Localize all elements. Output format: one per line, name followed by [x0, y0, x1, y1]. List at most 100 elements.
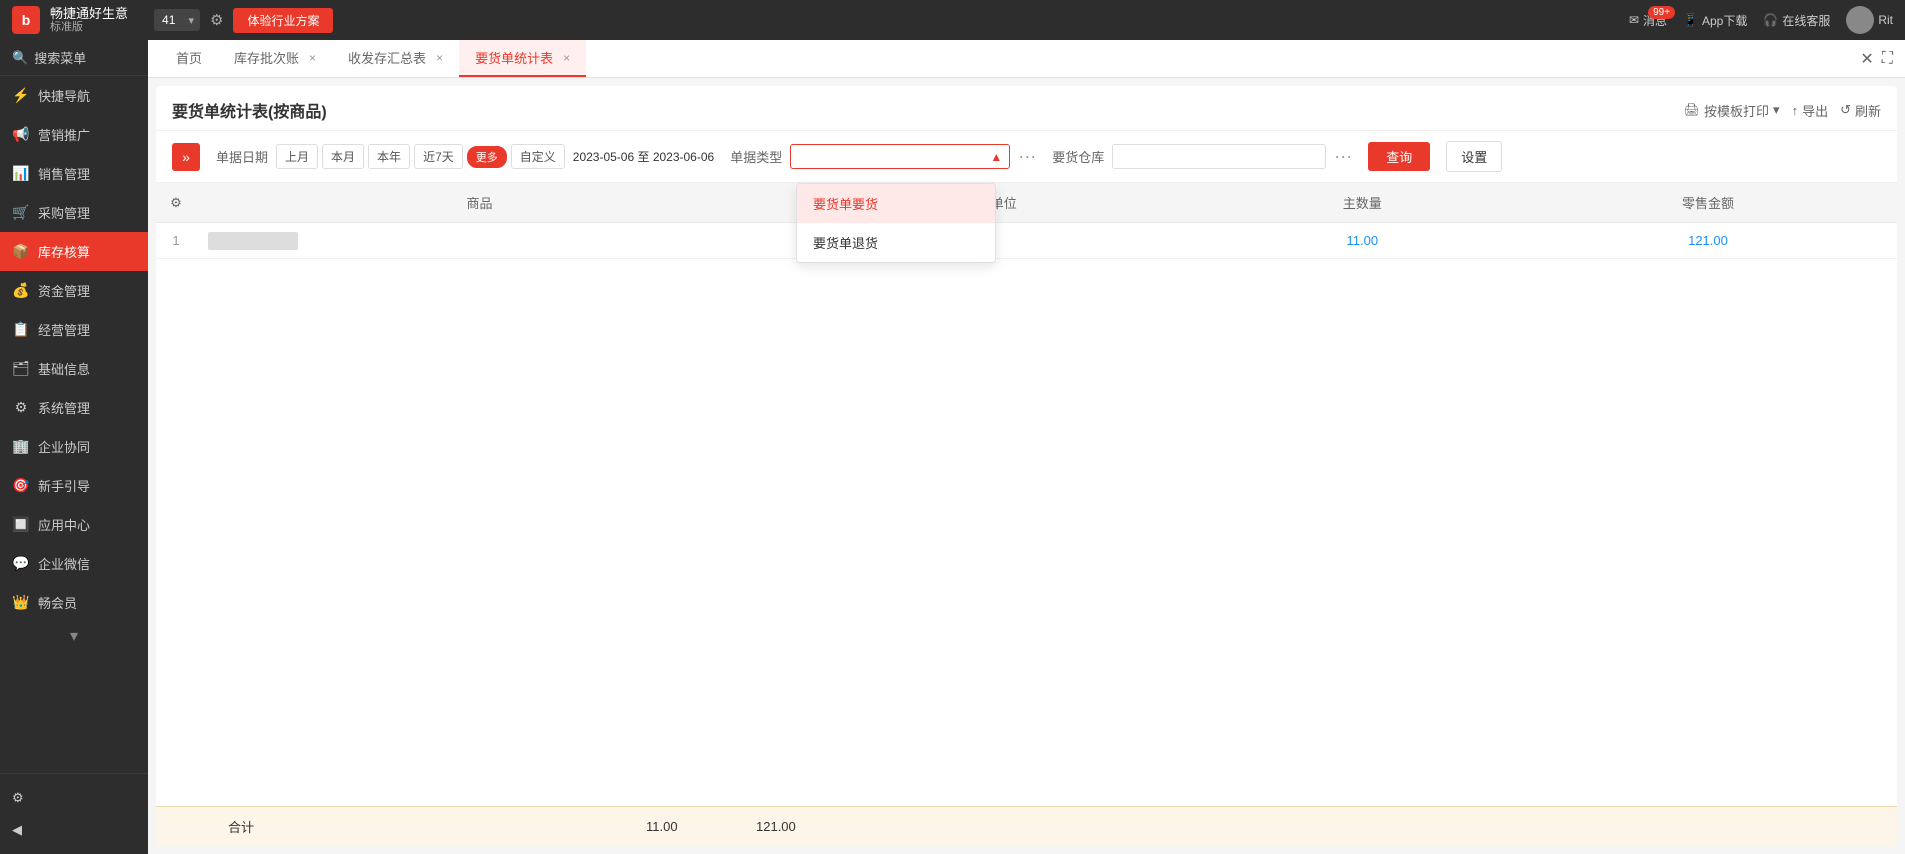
sidebar-item-member[interactable]: 👑 畅会员 — [0, 583, 148, 622]
more-dates-btn[interactable]: 更多 — [467, 146, 507, 168]
type-filter-input[interactable] — [790, 144, 1010, 169]
sidebar-collapse-button[interactable]: ◀ — [0, 814, 148, 846]
print-icon: 🖨 — [1684, 102, 1701, 118]
column-settings-button[interactable]: 设置 — [1446, 141, 1502, 172]
tab-close-all-button[interactable]: ✕ — [1860, 49, 1873, 69]
refresh-label: 刷新 — [1855, 101, 1881, 120]
sidebar-item-label: 营销推广 — [38, 125, 90, 144]
sidebar-item-enterprise[interactable]: 🏢 企业协同 — [0, 427, 148, 466]
store-selector[interactable]: 41 — [154, 9, 200, 31]
print-label: 按模板打印 — [1704, 101, 1769, 120]
sidebar-item-operations[interactable]: 📋 经营管理 — [0, 310, 148, 349]
sidebar-item-app-center[interactable]: 🔲 应用中心 — [0, 505, 148, 544]
settings-gear-button[interactable]: ⚙ — [210, 11, 223, 29]
purchase-icon: 🛒 — [12, 204, 30, 222]
refresh-icon: ↺ — [1840, 102, 1851, 118]
custom-date-btn[interactable]: 自定义 — [511, 144, 565, 169]
prev-month-btn[interactable]: 上月 — [276, 144, 318, 169]
sidebar-item-basic-info[interactable]: 🗂 基础信息 — [0, 349, 148, 388]
sidebar-item-wechat[interactable]: 💬 企业微信 — [0, 544, 148, 583]
app-name: 畅捷通好生意 — [50, 6, 128, 22]
sidebar-item-quick-nav[interactable]: ⚡ 快捷导航 — [0, 76, 148, 115]
date-filter-label: 单据日期 — [216, 147, 268, 166]
this-month-btn[interactable]: 本月 — [322, 144, 364, 169]
search-icon: 🔍 — [12, 50, 28, 66]
type-filter-label: 单据类型 — [730, 147, 782, 166]
sidebar-item-label: 新手引导 — [38, 476, 90, 495]
filter-expand-button[interactable]: » — [172, 143, 200, 171]
tab-order-summary[interactable]: 要货单统计表 × — [459, 40, 586, 77]
body-container: 🔍 搜索菜单 ⚡ 快捷导航 📢 营销推广 📊 销售管理 🛒 采购管理 📦 — [0, 40, 1905, 854]
sales-icon: 📊 — [12, 165, 30, 183]
filter-bar: » 单据日期 上月 本月 本年 近7天 更多 自定义 2023-05-06 至 … — [156, 131, 1897, 183]
type-select-wrap: ▲ — [790, 144, 1010, 169]
sidebar-item-label: 经营管理 — [38, 320, 90, 339]
sidebar-item-guide[interactable]: 🎯 新手引导 — [0, 466, 148, 505]
top-bar-right: ✉ 消息 99+ 📱 App下载 🎧 在线客服 Rit — [1629, 6, 1893, 34]
this-year-btn[interactable]: 本年 — [368, 144, 410, 169]
col-amount: 零售金额 — [1519, 183, 1897, 223]
table-row: 1 块 11.00 — [156, 223, 1897, 259]
sidebar-item-purchase[interactable]: 🛒 采购管理 — [0, 193, 148, 232]
avatar — [1846, 6, 1874, 34]
dropdown-item-order-goods[interactable]: 要货单要货 — [797, 184, 995, 223]
footer-total-label: 合计 — [168, 817, 254, 836]
sidebar-item-label: 应用中心 — [38, 515, 90, 534]
sidebar-item-system[interactable]: ⚙ 系统管理 — [0, 388, 148, 427]
type-dropdown-menu: 要货单要货 要货单退货 — [796, 183, 996, 263]
table-settings-icon[interactable]: ⚙ — [170, 195, 182, 210]
tab-order-summary-label: 要货单统计表 — [475, 48, 553, 67]
messages-button[interactable]: ✉ 消息 99+ — [1629, 12, 1667, 29]
tab-receive-summary[interactable]: 收发存汇总表 × — [332, 40, 459, 77]
app-download-button[interactable]: 📱 App下载 — [1683, 12, 1747, 29]
export-button[interactable]: ↑ 导出 — [1792, 101, 1829, 120]
online-service-label: 在线客服 — [1782, 12, 1830, 29]
warehouse-filter-input[interactable] — [1112, 144, 1326, 169]
amount-link[interactable]: 121.00 — [1688, 233, 1728, 248]
tab-batch-account-close[interactable]: × — [309, 51, 316, 65]
tab-receive-summary-close[interactable]: × — [436, 51, 443, 65]
last-7-days-btn[interactable]: 近7天 — [414, 144, 463, 169]
query-button[interactable]: 查询 — [1368, 142, 1430, 171]
tab-bar-actions: ✕ ⛶ — [1860, 49, 1893, 69]
tab-batch-account[interactable]: 库存批次账 × — [218, 40, 332, 77]
sidebar-settings-button[interactable]: ⚙ — [0, 782, 148, 814]
sidebar-search[interactable]: 🔍 搜索菜单 — [0, 40, 148, 76]
warehouse-filter-more-options[interactable]: ··· — [1334, 146, 1352, 167]
sidebar-item-sales[interactable]: 📊 销售管理 — [0, 154, 148, 193]
table-footer: 合计 11.00 121.00 — [156, 806, 1897, 846]
tab-order-summary-close[interactable]: × — [563, 51, 570, 65]
product-name-masked — [208, 232, 298, 250]
sidebar-item-inventory[interactable]: 📦 库存核算 — [0, 232, 148, 271]
data-table: ⚙ 商品 主计量单位 主数量 零售金额 1 — [156, 183, 1897, 259]
row-num-cell: 1 — [156, 223, 196, 259]
dropdown-item-order-return[interactable]: 要货单退货 — [797, 223, 995, 262]
top-bar: b 畅捷通好生意 标准版 41 ⚙ 体验行业方案 ✉ 消息 99+ 📱 App下… — [0, 0, 1905, 40]
page-title: 要货单统计表(按商品) — [172, 98, 327, 122]
enterprise-icon: 🏢 — [12, 438, 30, 456]
refresh-button[interactable]: ↺ 刷新 — [1840, 101, 1881, 120]
tab-expand-button[interactable]: ⛶ — [1882, 49, 1893, 69]
finance-icon: 💰 — [12, 282, 30, 300]
sidebar: 🔍 搜索菜单 ⚡ 快捷导航 📢 营销推广 📊 销售管理 🛒 采购管理 📦 — [0, 40, 148, 854]
sidebar-collapse-icon: ◀ — [12, 822, 22, 838]
sidebar-item-marketing[interactable]: 📢 营销推广 — [0, 115, 148, 154]
system-icon: ⚙ — [12, 399, 30, 417]
user-name: Rit — [1878, 13, 1893, 27]
page-header: 要货单统计表(按商品) 🖨 按模板打印 ▾ ↑ 导出 ↺ — [156, 86, 1897, 131]
marketing-icon: 📢 — [12, 126, 30, 144]
service-icon: 🎧 — [1763, 13, 1778, 27]
trial-button[interactable]: 体验行业方案 — [233, 8, 333, 33]
user-avatar-area[interactable]: Rit — [1846, 6, 1893, 34]
operations-icon: 📋 — [12, 321, 30, 339]
basic-info-icon: 🗂 — [12, 360, 30, 378]
col-settings[interactable]: ⚙ — [156, 183, 196, 223]
print-button[interactable]: 🖨 按模板打印 ▾ — [1684, 101, 1780, 120]
type-filter-more-options[interactable]: ··· — [1018, 146, 1036, 167]
sidebar-scroll-down[interactable]: ▾ — [0, 622, 148, 650]
qty-link[interactable]: 11.00 — [1347, 233, 1379, 248]
export-icon: ↑ — [1792, 103, 1799, 118]
tab-home[interactable]: 首页 — [160, 40, 218, 77]
sidebar-item-finance[interactable]: 💰 资金管理 — [0, 271, 148, 310]
online-service-button[interactable]: 🎧 在线客服 — [1763, 12, 1830, 29]
